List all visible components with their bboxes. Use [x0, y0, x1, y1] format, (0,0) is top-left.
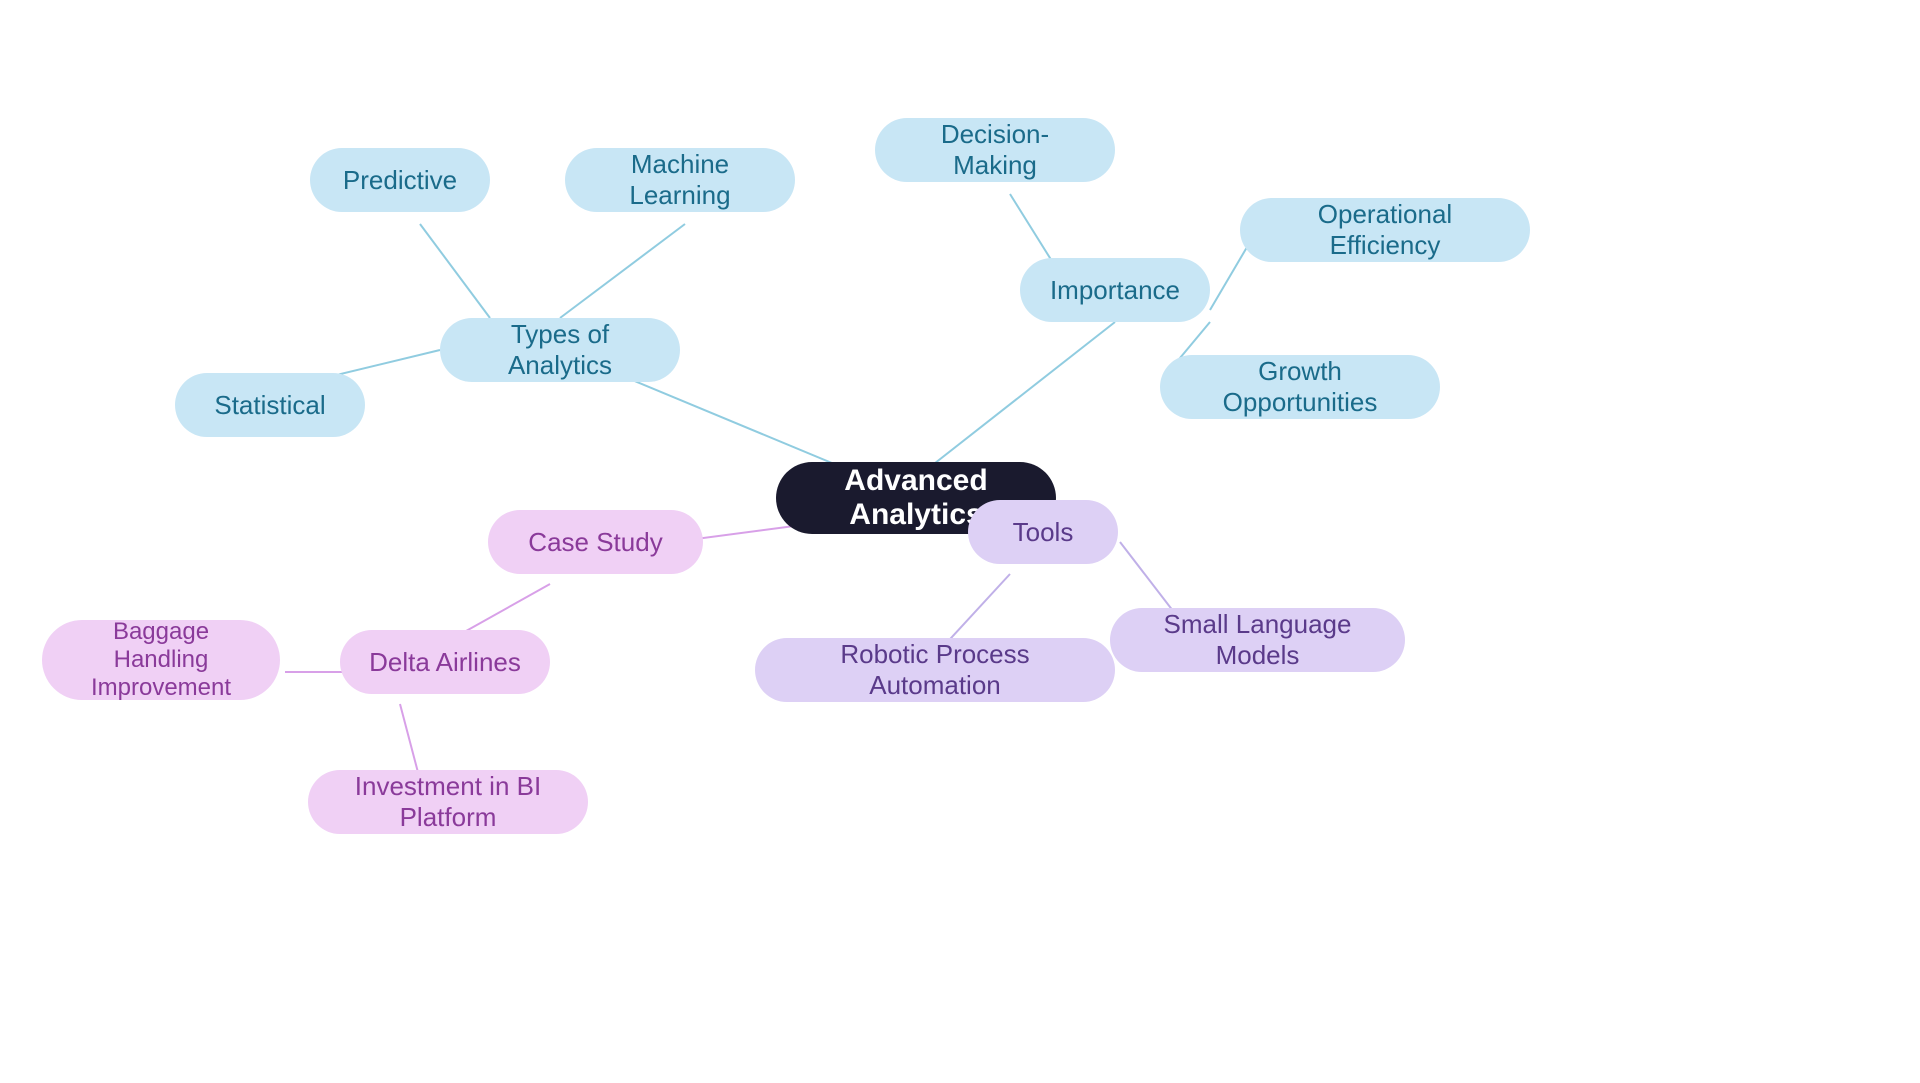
node-tools: Tools [968, 500, 1118, 564]
node-rpa: Robotic Process Automation [755, 638, 1115, 702]
growth-opportunities-label: Growth Opportunities [1188, 356, 1412, 418]
investment-bi-label: Investment in BI Platform [336, 771, 560, 833]
operational-efficiency-label: Operational Efficiency [1268, 199, 1502, 261]
small-language-models-label: Small Language Models [1138, 609, 1377, 671]
tools-label: Tools [1013, 517, 1074, 548]
node-operational-efficiency: Operational Efficiency [1240, 198, 1530, 262]
node-baggage-handling: Baggage Handling Improvement [42, 620, 280, 700]
node-small-language-models: Small Language Models [1110, 608, 1405, 672]
delta-airlines-label: Delta Airlines [369, 647, 521, 678]
node-decision-making: Decision-Making [875, 118, 1115, 182]
case-study-label: Case Study [528, 527, 662, 558]
predictive-label: Predictive [343, 165, 457, 196]
node-delta-airlines: Delta Airlines [340, 630, 550, 694]
node-importance: Importance [1020, 258, 1210, 322]
rpa-label: Robotic Process Automation [783, 639, 1087, 701]
node-machine-learning: Machine Learning [565, 148, 795, 212]
node-types-of-analytics: Types of Analytics [440, 318, 680, 382]
node-investment-bi: Investment in BI Platform [308, 770, 588, 834]
statistical-label: Statistical [214, 390, 325, 421]
baggage-handling-label: Baggage Handling Improvement [70, 618, 252, 702]
node-predictive: Predictive [310, 148, 490, 212]
decision-making-label: Decision-Making [903, 119, 1087, 181]
node-statistical: Statistical [175, 373, 365, 437]
types-of-analytics-label: Types of Analytics [468, 319, 652, 381]
machine-learning-label: Machine Learning [593, 149, 767, 211]
node-case-study: Case Study [488, 510, 703, 574]
importance-label: Importance [1050, 275, 1180, 306]
node-growth-opportunities: Growth Opportunities [1160, 355, 1440, 419]
